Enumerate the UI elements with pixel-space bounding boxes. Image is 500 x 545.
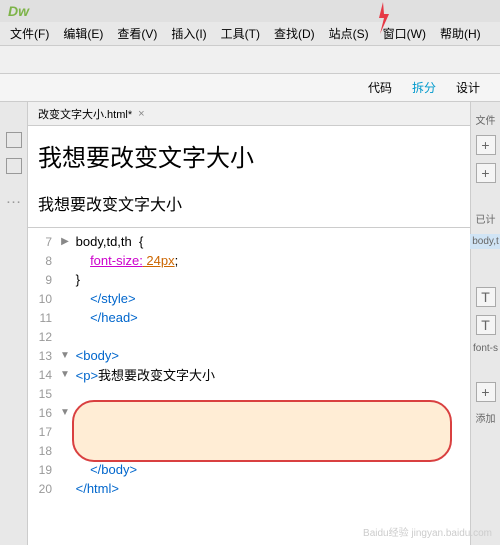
menu-site[interactable]: 站点(S) [329,25,369,42]
code-line: 13▼ <body> [28,346,500,365]
code-editor[interactable]: 7▶ body,td,th { 8 font-size: 24px; 9 } 1… [28,228,500,545]
menu-edit[interactable]: 编辑(E) [63,25,103,42]
main-area: … 改变文字大小.html* × 我想要改变文字大小 我想要改变文字大小 7▶ … [0,102,500,545]
text-cursor [145,444,146,458]
view-design[interactable]: 设计 [456,79,480,96]
code-line: 10 </style> [28,289,500,308]
view-code[interactable]: 代码 [368,79,392,96]
left-toolbar: … [0,102,28,545]
right-panel: 文件 + + 已计 body,t T T font-s + 添加 [470,102,500,545]
tab-title: 改变文字大小.html* [38,106,132,122]
menu-help[interactable]: 帮助(H) [440,25,481,42]
title-bar: Dw [0,0,500,22]
panel-add-1[interactable]: + [476,135,496,155]
panel-nav: 添加 [476,410,496,425]
panel-bodytag[interactable]: body,t [470,234,500,249]
menu-view[interactable]: 查看(V) [117,25,157,42]
panel-status: 已计 [476,211,496,226]
app-logo: Dw [8,3,29,19]
code-line: 14▼ <p>我想要改变文字大小 [28,365,500,384]
code-line: 7▶ body,td,th { [28,232,500,251]
code-line: 16▼ <font style="font-size: 18px"> [28,403,500,422]
code-line: 11 </head> [28,308,500,327]
code-line: 20 </html> [28,479,500,498]
lightning-icon [373,0,393,41]
view-split[interactable]: 拆分 [412,79,436,96]
menu-file[interactable]: 文件(F) [10,25,49,42]
tool-icon-2[interactable] [6,158,22,174]
menu-insert[interactable]: 插入(I) [171,25,206,42]
preview-text-large: 我想要改变文字大小 [38,138,490,173]
content-area: 改变文字大小.html* × 我想要改变文字大小 我想要改变文字大小 7▶ bo… [28,102,500,545]
code-line: 19 </body> [28,460,500,479]
watermark: Baidu经验 jingyan.baidu.com [363,524,492,539]
panel-add-3[interactable]: + [476,382,496,402]
panel-fontsize: font-s [473,343,498,354]
code-line: 15 [28,384,500,403]
tool-more[interactable]: … [6,190,22,208]
panel-text-1[interactable]: T [476,287,496,307]
tool-icon-1[interactable] [6,132,22,148]
menu-tools[interactable]: 工具(T) [221,25,260,42]
code-line: 9 } [28,270,500,289]
code-line: 17 <p>我想要改变文字大小</p> [28,422,500,441]
panel-files-label[interactable]: 文件 [476,112,496,127]
tab-close[interactable]: × [138,108,144,120]
preview-text-small: 我想要改变文字大小 [38,191,490,215]
toolbar-secondary [0,46,500,74]
preview-pane[interactable]: 我想要改变文字大小 我想要改变文字大小 [28,126,500,228]
view-bar: 代码 拆分 设计 [0,74,500,102]
panel-text-2[interactable]: T [476,315,496,335]
document-tab[interactable]: 改变文字大小.html* × [28,102,500,126]
code-line: 8 font-size: 24px; [28,251,500,270]
code-line: 12 [28,327,500,346]
menu-bar: 文件(F) 编辑(E) 查看(V) 插入(I) 工具(T) 查找(D) 站点(S… [0,22,500,46]
code-line: 18 </font> [28,441,500,460]
menu-find[interactable]: 查找(D) [274,25,315,42]
panel-add-2[interactable]: + [476,163,496,183]
